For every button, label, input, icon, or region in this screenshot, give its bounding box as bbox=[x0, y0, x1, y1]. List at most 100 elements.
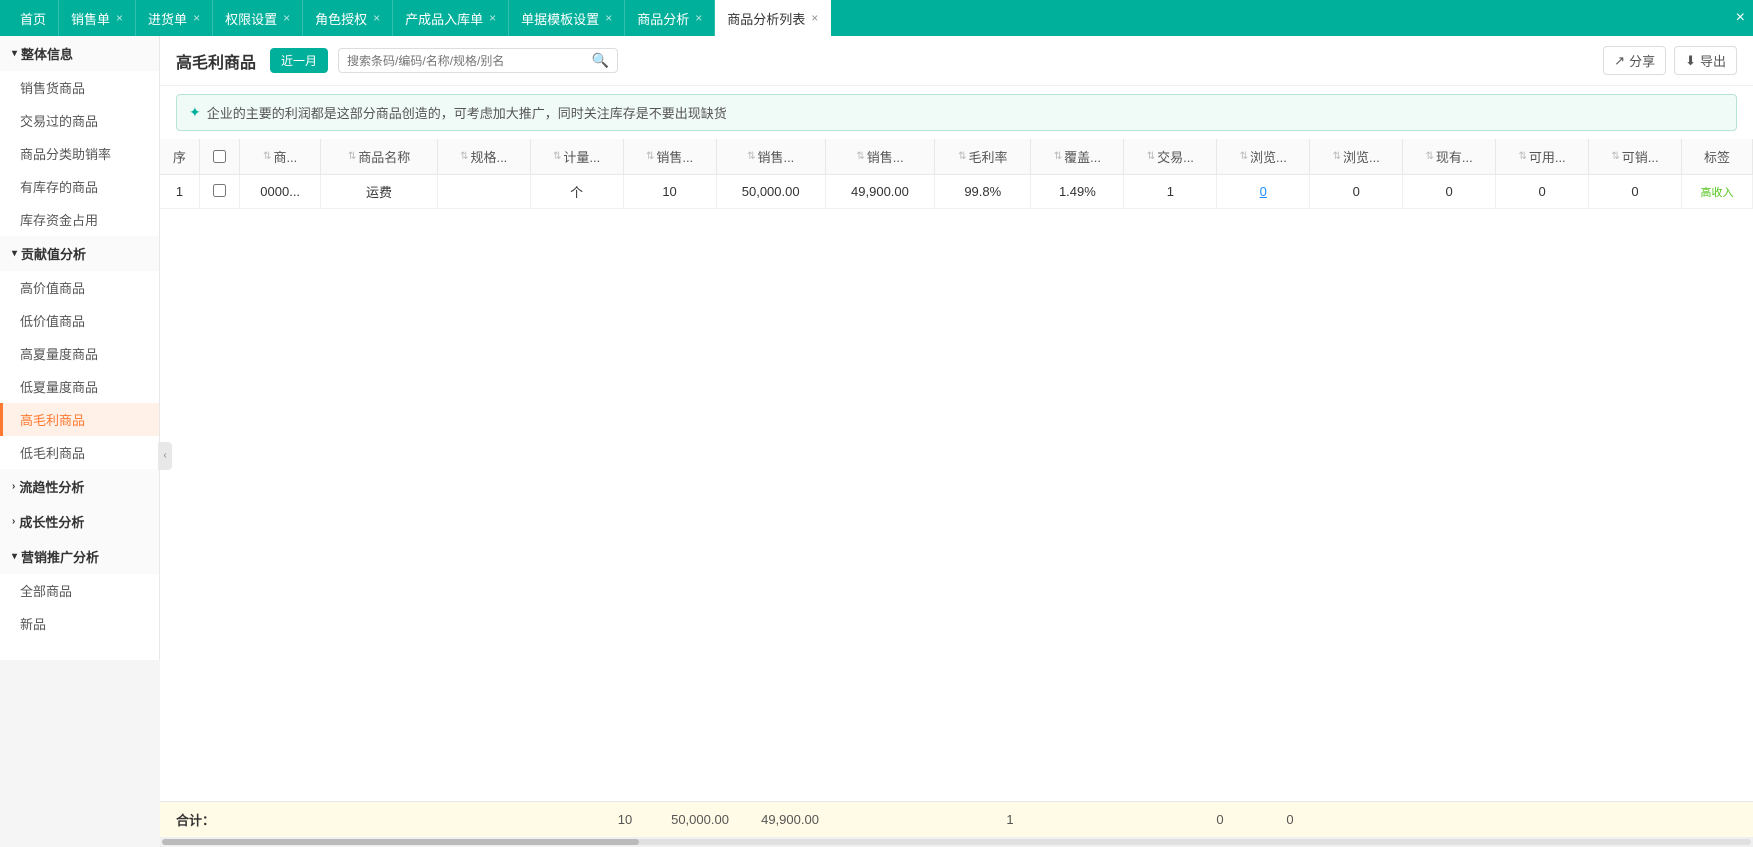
footer-current-stock: 0 bbox=[1185, 812, 1255, 827]
tab-sales[interactable]: 销售单 × bbox=[59, 0, 136, 36]
sidebar-item-sales-goods[interactable]: 销售货商品 bbox=[0, 71, 159, 104]
horizontal-scrollbar[interactable] bbox=[160, 837, 1753, 847]
search-icon[interactable]: 🔍 bbox=[592, 52, 609, 69]
table-wrap[interactable]: 序 ⇅ 商... bbox=[160, 139, 1753, 801]
close-tab-template[interactable]: × bbox=[605, 11, 612, 25]
sidebar-item-low-value[interactable]: 低价值商品 bbox=[0, 304, 159, 337]
th-saleable-stock: ⇅ 可销... bbox=[1589, 139, 1682, 175]
footer-cell-empty4 bbox=[455, 812, 535, 827]
date-filter-last-month[interactable]: 近一月 bbox=[270, 48, 328, 73]
footer-empty-margin bbox=[835, 812, 905, 827]
export-icon: ⬇ bbox=[1685, 53, 1696, 69]
sort-icon-spec: ⇅ bbox=[460, 151, 468, 162]
tab-product-analysis[interactable]: 商品分析 × bbox=[625, 0, 715, 36]
export-button[interactable]: ⬇ 导出 bbox=[1674, 46, 1737, 75]
th-coverage: ⇅ 覆盖... bbox=[1031, 139, 1124, 175]
sidebar-section-growth[interactable]: › 成长性分析 bbox=[0, 504, 159, 539]
info-banner: ✦ 企业的主要的利润都是这部分商品创造的，可考虑加大推广，同时关注库存是不要出现… bbox=[176, 94, 1737, 131]
sidebar-collapse-button[interactable]: ‹ bbox=[158, 442, 172, 470]
th-checkbox bbox=[199, 139, 239, 175]
tab-template[interactable]: 单据模板设置 × bbox=[509, 0, 625, 36]
footer-transaction: 1 bbox=[975, 812, 1045, 827]
search-input[interactable] bbox=[347, 54, 592, 68]
th-browse2: ⇅ 浏览... bbox=[1310, 139, 1403, 175]
sort-icon-amount: ⇅ bbox=[747, 151, 755, 162]
sidebar-item-new-goods[interactable]: 新品 bbox=[0, 607, 159, 640]
arrow-growth: › bbox=[12, 516, 15, 527]
sidebar-section-trend[interactable]: › 流趋性分析 bbox=[0, 469, 159, 504]
sort-icon-saleable: ⇅ bbox=[1611, 151, 1619, 162]
sidebar-item-in-stock[interactable]: 有库存的商品 bbox=[0, 170, 159, 203]
sort-icon-transaction: ⇅ bbox=[1147, 151, 1155, 162]
th-unit: ⇅ 计量... bbox=[530, 139, 623, 175]
sidebar-item-high-margin[interactable]: 高毛利商品 bbox=[0, 403, 159, 436]
close-tab-product-in[interactable]: × bbox=[489, 11, 496, 25]
sidebar-item-high-freq[interactable]: 高夏量度商品 bbox=[0, 337, 159, 370]
header-actions: ↗ 分享 ⬇ 导出 bbox=[1603, 46, 1737, 75]
sort-icon-current: ⇅ bbox=[1426, 151, 1434, 162]
th-current-stock: ⇅ 现有... bbox=[1403, 139, 1496, 175]
close-tab-sales[interactable]: × bbox=[116, 11, 123, 25]
cell-spec bbox=[437, 175, 530, 209]
footer-cell-empty2 bbox=[315, 812, 375, 827]
close-tab-purchase[interactable]: × bbox=[193, 11, 200, 25]
footer-cell-empty5 bbox=[535, 812, 595, 827]
sidebar-item-high-value[interactable]: 高价值商品 bbox=[0, 271, 159, 304]
tab-purchase[interactable]: 进货单 × bbox=[136, 0, 213, 36]
share-button[interactable]: ↗ 分享 bbox=[1603, 46, 1666, 75]
row-checkbox[interactable] bbox=[213, 184, 226, 197]
th-transaction: ⇅ 交易... bbox=[1124, 139, 1217, 175]
th-sales-amount: ⇅ 销售... bbox=[716, 139, 825, 175]
sidebar-item-all-goods[interactable]: 全部商品 bbox=[0, 574, 159, 607]
arrow-general: ▾ bbox=[12, 48, 17, 59]
sort-icon-qty: ⇅ bbox=[646, 151, 654, 162]
close-all-tabs[interactable]: × bbox=[1736, 9, 1745, 27]
th-available-stock: ⇅ 可用... bbox=[1496, 139, 1589, 175]
select-all-checkbox[interactable] bbox=[213, 150, 226, 163]
cell-browse2: 0 bbox=[1310, 175, 1403, 209]
scrollbar-thumb[interactable] bbox=[162, 839, 639, 845]
th-tag: 标签 bbox=[1681, 139, 1752, 175]
close-tab-role[interactable]: × bbox=[373, 11, 380, 25]
tab-permission[interactable]: 权限设置 × bbox=[213, 0, 303, 36]
sort-icon-browse1: ⇅ bbox=[1240, 151, 1248, 162]
footer-available-stock: 0 bbox=[1255, 812, 1325, 827]
content-header: 高毛利商品 近一月 🔍 ↗ 分享 ⬇ 导出 bbox=[160, 36, 1753, 86]
sidebar-section-contribution[interactable]: ▾ 贡献值分析 bbox=[0, 236, 159, 271]
sidebar-item-stock-capital[interactable]: 库存资金占用 bbox=[0, 203, 159, 236]
sort-icon-margin: ⇅ bbox=[958, 151, 966, 162]
tab-product-analysis-list[interactable]: 商品分析列表 × bbox=[715, 0, 831, 36]
sidebar-section-marketing[interactable]: ▾ 营销推广分析 bbox=[0, 539, 159, 574]
share-icon: ↗ bbox=[1614, 53, 1625, 69]
sort-icon-available: ⇅ bbox=[1518, 151, 1526, 162]
cell-current-stock: 0 bbox=[1403, 175, 1496, 209]
sidebar-item-low-freq[interactable]: 低夏量度商品 bbox=[0, 370, 159, 403]
sidebar-item-low-margin[interactable]: 低毛利商品 bbox=[0, 436, 159, 469]
sidebar-item-traded-goods[interactable]: 交易过的商品 bbox=[0, 104, 159, 137]
close-tab-permission[interactable]: × bbox=[283, 11, 290, 25]
cell-browse1[interactable]: 0 bbox=[1217, 175, 1310, 209]
scrollbar-track bbox=[162, 839, 1751, 845]
cell-saleable-stock: 0 bbox=[1589, 175, 1682, 209]
tab-role[interactable]: 角色授权 × bbox=[303, 0, 393, 36]
cell-code: 0000... bbox=[239, 175, 320, 209]
footer-cells: 10 50,000.00 49,900.00 1 0 0 bbox=[235, 812, 1737, 827]
sidebar-section-general[interactable]: ▾ 整体信息 bbox=[0, 36, 159, 71]
footer-sales-amount: 50,000.00 bbox=[655, 812, 745, 827]
tab-home[interactable]: 首页 bbox=[8, 0, 59, 36]
arrow-contribution: ▾ bbox=[12, 248, 17, 259]
footer-cell-empty1 bbox=[235, 812, 315, 827]
tab-product-in[interactable]: 产成品入库单 × bbox=[393, 0, 509, 36]
cell-available-stock: 0 bbox=[1496, 175, 1589, 209]
cell-seq: 1 bbox=[160, 175, 199, 209]
cell-unit: 个 bbox=[530, 175, 623, 209]
sort-icon: ⇅ bbox=[263, 151, 271, 162]
cell-checkbox bbox=[199, 175, 239, 209]
close-tab-product-analysis-list[interactable]: × bbox=[811, 11, 818, 25]
close-tab-product-analysis[interactable]: × bbox=[695, 11, 702, 25]
cell-sales-qty: 10 bbox=[623, 175, 716, 209]
table-header-row: 序 ⇅ 商... bbox=[160, 139, 1753, 175]
cell-coverage: 1.49% bbox=[1031, 175, 1124, 209]
sidebar-item-category-assist[interactable]: 商品分类助销率 bbox=[0, 137, 159, 170]
footer-empty-browse2 bbox=[1115, 812, 1185, 827]
